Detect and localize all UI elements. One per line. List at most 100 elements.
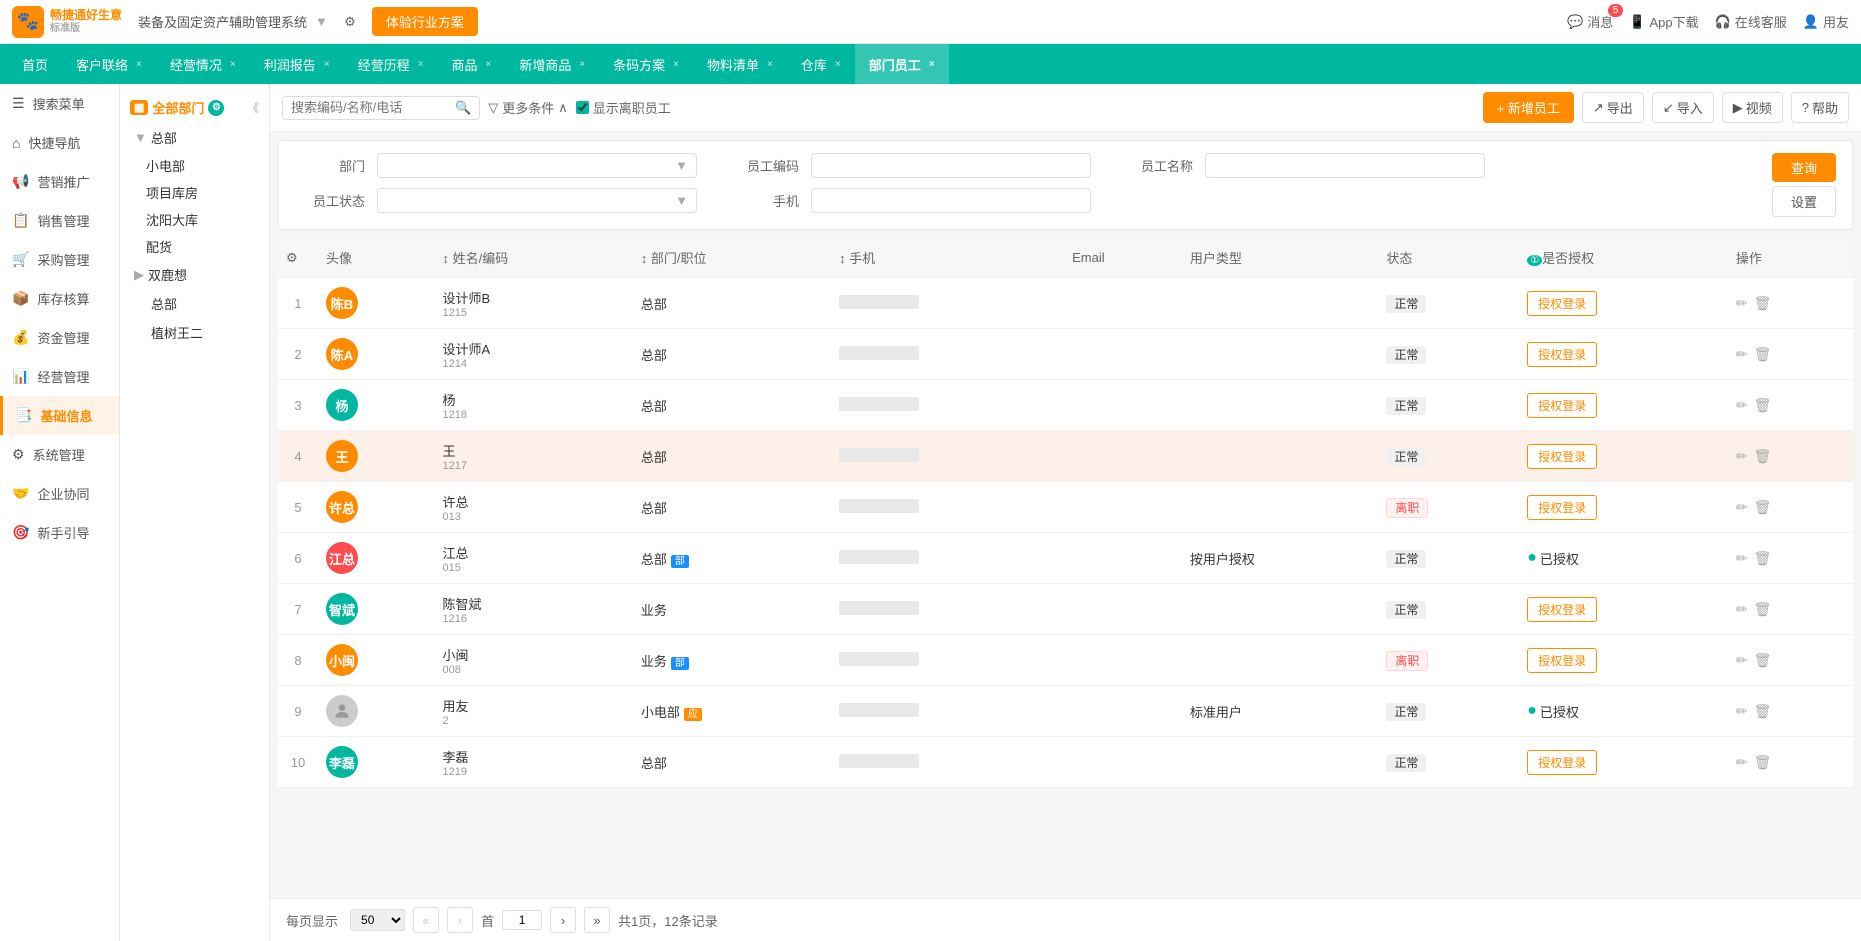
menu-item-guide[interactable]: 🎯 新手引导 [0, 513, 119, 552]
search-input[interactable] [291, 100, 451, 115]
search-box[interactable]: 🔍 [282, 96, 480, 120]
menu-item-sales[interactable]: 📋 销售管理 [0, 201, 119, 240]
delete-icon[interactable]: 🗑 [1754, 499, 1772, 516]
delete-icon[interactable]: 🗑 [1754, 448, 1772, 465]
close-icon[interactable]: × [673, 59, 679, 70]
emp-name-input[interactable] [1205, 153, 1485, 178]
tab-bom[interactable]: 物料清单 × [693, 44, 787, 84]
tab-profit[interactable]: 利润报告 × [250, 44, 344, 84]
authorize-login-button[interactable]: 授权登录 [1527, 444, 1597, 469]
video-button[interactable]: ▶ 视频 [1722, 92, 1783, 123]
collapse-icon[interactable]: 《 [247, 99, 259, 116]
delete-icon[interactable]: 🗑 [1754, 754, 1772, 771]
edit-icon[interactable]: ✏ [1736, 295, 1748, 312]
query-button[interactable]: 查询 [1772, 153, 1836, 182]
help-button[interactable]: ? 帮助 [1791, 92, 1849, 123]
authorize-login-button[interactable]: 授权登录 [1527, 750, 1597, 775]
edit-icon[interactable]: ✏ [1736, 550, 1748, 567]
user-area[interactable]: 👤 用友 [1803, 12, 1849, 31]
delete-icon[interactable]: 🗑 [1754, 601, 1772, 618]
menu-item-purchase[interactable]: 🛒 采购管理 [0, 240, 119, 279]
tab-barcode[interactable]: 条码方案 × [599, 44, 693, 84]
dropdown-icon[interactable]: ▼ [315, 14, 328, 29]
dept-settings-icon[interactable]: ⚙ [208, 100, 224, 116]
app-download-area[interactable]: 📱 App下载 [1629, 12, 1698, 31]
delete-icon[interactable]: 🗑 [1754, 346, 1772, 363]
col-settings[interactable]: ⚙ [278, 238, 318, 278]
import-button[interactable]: ↙ 导入 [1652, 92, 1714, 123]
filter-settings-button[interactable]: 设置 [1772, 186, 1836, 217]
dept-child-delivery[interactable]: 配货 [120, 233, 269, 260]
last-page-btn[interactable]: » [584, 907, 610, 933]
close-icon[interactable]: × [767, 59, 773, 70]
menu-item-marketing[interactable]: 📢 营销推广 [0, 162, 119, 201]
dept-child-project[interactable]: 项目库房 [120, 179, 269, 206]
tab-new-goods[interactable]: 新增商品 × [505, 44, 599, 84]
authorize-login-button[interactable]: 授权登录 [1527, 291, 1597, 316]
phone-input[interactable] [811, 188, 1091, 213]
delete-icon[interactable]: 🗑 [1754, 652, 1772, 669]
close-icon[interactable]: × [485, 59, 491, 70]
dept-child-small-elec[interactable]: 小电部 [120, 152, 269, 179]
edit-icon[interactable]: ✏ [1736, 397, 1748, 414]
dept-node-shuanglu[interactable]: ▶ 双鹿想 [120, 260, 269, 289]
menu-item-basic-info[interactable]: 📑 基础信息 [0, 396, 119, 435]
menu-item-finance[interactable]: 💰 资金管理 [0, 318, 119, 357]
edit-icon[interactable]: ✏ [1736, 703, 1748, 720]
tab-goods[interactable]: 商品 × [437, 44, 505, 84]
authorize-login-button[interactable]: 授权登录 [1527, 648, 1597, 673]
close-icon[interactable]: × [324, 59, 330, 70]
more-filter-btn[interactable]: ▽ 更多条件 ∧ [488, 98, 568, 117]
edit-icon[interactable]: ✏ [1736, 499, 1748, 516]
close-icon[interactable]: × [418, 59, 424, 70]
close-icon-active[interactable]: × [929, 59, 935, 70]
emp-code-input[interactable] [811, 153, 1091, 178]
tab-history[interactable]: 经营历程 × [344, 44, 438, 84]
menu-item-search[interactable]: ☰ 搜索菜单 [0, 84, 119, 123]
first-page-btn[interactable]: « [413, 907, 439, 933]
trial-button[interactable]: 体验行业方案 [372, 7, 478, 36]
search-icon[interactable]: 🔍 [455, 100, 471, 116]
dept-child-shenyang[interactable]: 沈阳大库 [120, 206, 269, 233]
tab-home[interactable]: 首页 [8, 44, 62, 84]
dept-select[interactable]: ▼ [377, 153, 697, 178]
tab-department[interactable]: 部门员工 × [855, 44, 949, 84]
menu-item-operations[interactable]: 📊 经营管理 [0, 357, 119, 396]
close-icon[interactable]: × [579, 59, 585, 70]
edit-icon[interactable]: ✏ [1736, 652, 1748, 669]
show-resigned-label[interactable]: 显示离职员工 [576, 98, 671, 117]
add-employee-button[interactable]: + 新增员工 [1483, 92, 1574, 123]
col-phone[interactable]: ↕ 手机 [831, 238, 1064, 278]
dept-node-hq[interactable]: 总部 [120, 289, 269, 318]
delete-icon[interactable]: 🗑 [1754, 550, 1772, 567]
edit-icon[interactable]: ✏ [1736, 346, 1748, 363]
authorize-login-button[interactable]: 授权登录 [1527, 597, 1597, 622]
online-service-area[interactable]: 🎧 在线客服 [1715, 12, 1787, 31]
col-name-code[interactable]: ↕ 姓名/编码 [434, 238, 632, 278]
edit-icon[interactable]: ✏ [1736, 601, 1748, 618]
close-icon[interactable]: × [136, 59, 142, 70]
show-resigned-checkbox[interactable] [576, 101, 589, 114]
authorize-login-button[interactable]: 授权登录 [1527, 495, 1597, 520]
delete-icon[interactable]: 🗑 [1754, 295, 1772, 312]
per-page-select[interactable]: 50 100 [350, 909, 405, 931]
close-icon[interactable]: × [835, 59, 841, 70]
col-dept-position[interactable]: ↕ 部门/职位 [633, 238, 831, 278]
settings-icon[interactable]: ⚙ [336, 8, 364, 36]
tab-customer[interactable]: 客户联络 × [62, 44, 156, 84]
menu-item-system[interactable]: ⚙ 系统管理 [0, 435, 119, 474]
menu-item-nav[interactable]: ⌂ 快捷导航 [0, 123, 119, 162]
dept-node-headquarters-parent[interactable]: ▼ 总部 [120, 123, 269, 152]
edit-icon[interactable]: ✏ [1736, 448, 1748, 465]
tab-warehouse[interactable]: 仓库 × [787, 44, 855, 84]
menu-item-inventory[interactable]: 📦 库存核算 [0, 279, 119, 318]
authorize-login-button[interactable]: 授权登录 [1527, 393, 1597, 418]
message-area[interactable]: 💬 消息 5 [1567, 12, 1613, 31]
prev-page-btn[interactable]: ‹ [447, 907, 473, 933]
edit-icon[interactable]: ✏ [1736, 754, 1748, 771]
authorize-login-button[interactable]: 授权登录 [1527, 342, 1597, 367]
delete-icon[interactable]: 🗑 [1754, 703, 1772, 720]
next-page-btn[interactable]: › [550, 907, 576, 933]
status-select[interactable]: ▼ [377, 188, 697, 213]
delete-icon[interactable]: 🗑 [1754, 397, 1772, 414]
